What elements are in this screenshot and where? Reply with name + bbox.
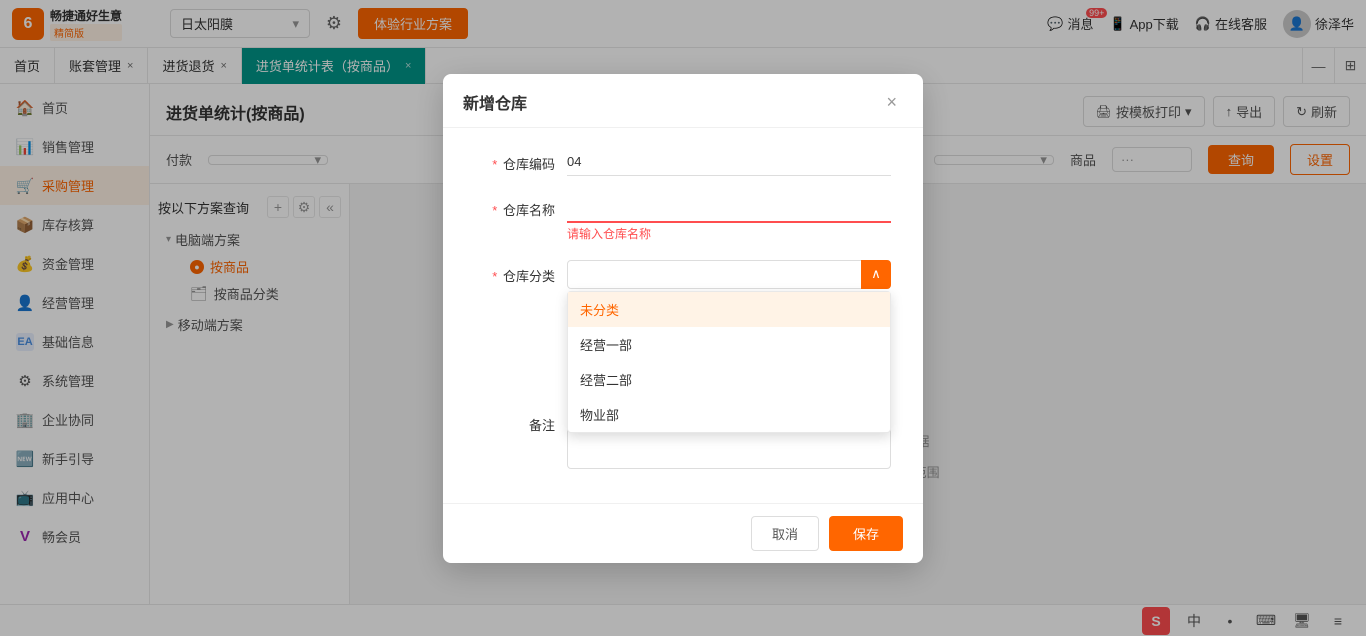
- category-select-wrap: ∧ 未分类 经营一部 经营二部 物业部: [567, 260, 891, 289]
- cancel-button[interactable]: 取消: [751, 516, 819, 551]
- modal-body: * 仓库编码 * 仓库名称 请输入仓库名称 *: [443, 128, 923, 503]
- name-label: * 仓库名称: [475, 194, 555, 219]
- chevron-up-icon: ∧: [871, 266, 881, 282]
- required-star-category: *: [492, 269, 497, 284]
- name-input[interactable]: [567, 194, 891, 223]
- form-row-name: * 仓库名称 请输入仓库名称: [475, 194, 891, 242]
- category-input[interactable]: [567, 260, 891, 289]
- dropdown-item-property[interactable]: 物业部: [568, 397, 890, 432]
- form-row-category: * 仓库分类 ∧ 未分类 经营一部: [475, 260, 891, 289]
- dropdown-item-dept1[interactable]: 经营一部: [568, 327, 890, 362]
- name-error-msg: 请输入仓库名称: [475, 225, 651, 242]
- dropdown-item-dept2[interactable]: 经营二部: [568, 362, 890, 397]
- modal-close-button[interactable]: ×: [880, 90, 903, 115]
- code-input[interactable]: [567, 148, 891, 176]
- modal-footer: 取消 保存: [443, 503, 923, 563]
- category-dropdown-btn[interactable]: ∧: [861, 260, 891, 289]
- form-row-code: * 仓库编码: [475, 148, 891, 176]
- dropdown-item-uncategorized[interactable]: 未分类: [568, 292, 890, 327]
- save-button[interactable]: 保存: [829, 516, 903, 551]
- notes-label: 备注: [475, 409, 555, 434]
- category-dropdown-list: 未分类 经营一部 经营二部 物业部: [567, 291, 891, 433]
- modal-header: 新增仓库 ×: [443, 74, 923, 128]
- code-label: * 仓库编码: [475, 148, 555, 173]
- new-warehouse-modal: 新增仓库 × * 仓库编码 * 仓库名称: [443, 74, 923, 563]
- category-label: * 仓库分类: [475, 260, 555, 285]
- modal-overlay: 新增仓库 × * 仓库编码 * 仓库名称: [0, 0, 1366, 636]
- required-star-code: *: [492, 157, 497, 172]
- required-star-name: *: [492, 203, 497, 218]
- modal-title: 新增仓库: [463, 90, 527, 114]
